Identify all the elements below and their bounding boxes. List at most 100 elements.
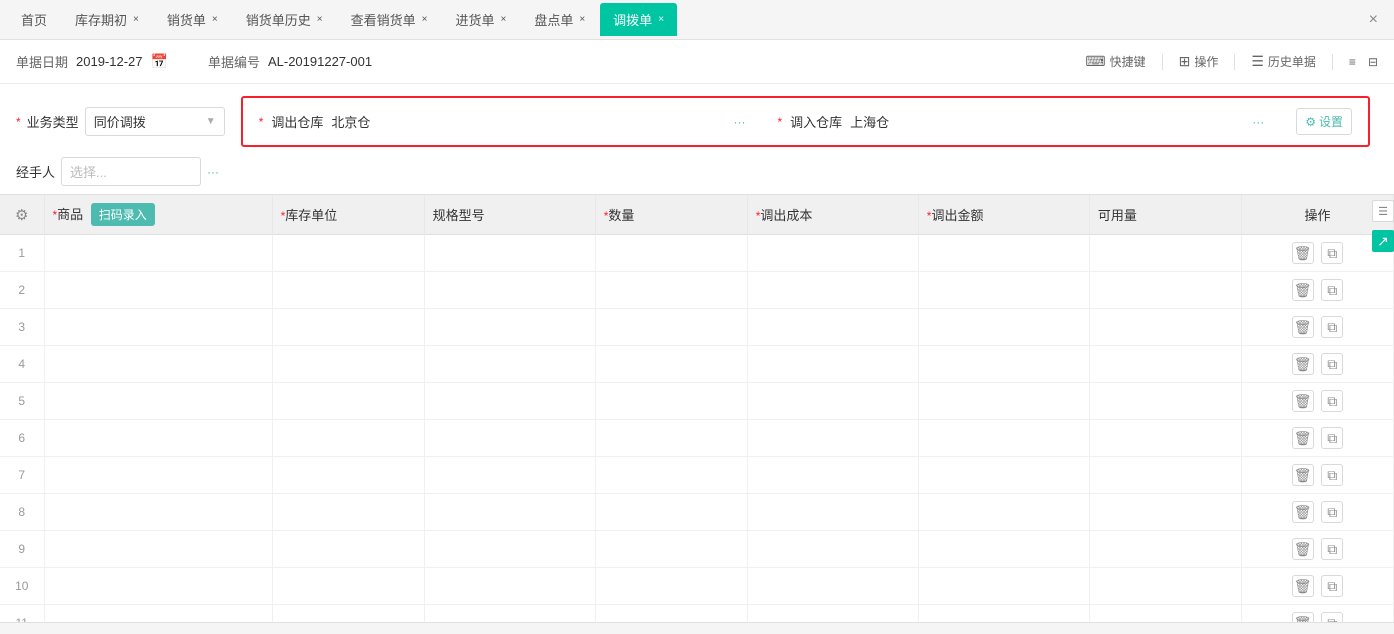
delete-row-button[interactable]: 🗑 [1292,501,1314,523]
row-amount[interactable] [918,309,1089,346]
row-available[interactable] [1089,272,1241,309]
row-product[interactable] [44,568,272,605]
row-qty[interactable] [595,420,747,457]
row-qty[interactable] [595,383,747,420]
tab-transfer[interactable]: 调拨单 × [600,3,677,36]
handler-more-button[interactable]: ··· [207,165,219,179]
row-unit[interactable] [272,457,424,494]
delete-row-button[interactable]: 🗑 [1292,316,1314,338]
tab-home[interactable]: 首页 [8,3,60,36]
row-amount[interactable] [918,346,1089,383]
copy-row-button[interactable]: ⧉ [1321,575,1343,597]
row-product[interactable] [44,605,272,623]
row-qty[interactable] [595,309,747,346]
row-qty[interactable] [595,531,747,568]
row-unit[interactable] [272,235,424,272]
sidebar-list-icon[interactable]: ☰ [1372,200,1394,222]
row-available[interactable] [1089,457,1241,494]
row-spec[interactable] [424,309,595,346]
copy-row-button[interactable]: ⧉ [1321,538,1343,560]
row-available[interactable] [1089,346,1241,383]
tab-sales-history[interactable]: 销货单历史 × [233,3,336,36]
copy-row-button[interactable]: ⧉ [1321,316,1343,338]
copy-row-button[interactable]: ⧉ [1321,427,1343,449]
tab-close-icon[interactable]: × [133,14,139,25]
copy-row-button[interactable]: ⧉ [1321,242,1343,264]
row-spec[interactable] [424,383,595,420]
row-spec[interactable] [424,531,595,568]
operations-button[interactable]: ⊞ 操作 [1179,53,1219,70]
tab-close-icon[interactable]: × [500,14,506,25]
row-spec[interactable] [424,457,595,494]
copy-row-button[interactable]: ⧉ [1321,612,1343,622]
row-spec[interactable] [424,605,595,623]
row-spec[interactable] [424,494,595,531]
delete-row-button[interactable]: 🗑 [1292,242,1314,264]
row-cost[interactable] [747,309,918,346]
row-unit[interactable] [272,568,424,605]
tab-close-icon[interactable]: × [658,14,664,25]
calendar-icon[interactable]: 📅 [151,53,168,70]
row-available[interactable] [1089,494,1241,531]
tab-close-icon[interactable]: × [422,14,428,25]
row-spec[interactable] [424,346,595,383]
delete-row-button[interactable]: 🗑 [1292,612,1314,622]
copy-row-button[interactable]: ⧉ [1321,390,1343,412]
row-unit[interactable] [272,420,424,457]
row-amount[interactable] [918,383,1089,420]
tab-stocktake[interactable]: 盘点单 × [521,3,598,36]
delete-row-button[interactable]: 🗑 [1292,390,1314,412]
row-cost[interactable] [747,272,918,309]
row-product[interactable] [44,494,272,531]
row-cost[interactable] [747,383,918,420]
warehouse-in-more-button[interactable]: ··· [1252,115,1264,129]
tab-close-icon[interactable]: × [212,14,218,25]
settings-button[interactable]: ⚙ 设置 [1296,108,1352,135]
row-available[interactable] [1089,531,1241,568]
row-unit[interactable] [272,531,424,568]
row-qty[interactable] [595,605,747,623]
row-available[interactable] [1089,309,1241,346]
row-cost[interactable] [747,457,918,494]
row-amount[interactable] [918,272,1089,309]
row-product[interactable] [44,420,272,457]
row-amount[interactable] [918,457,1089,494]
row-qty[interactable] [595,272,747,309]
row-qty[interactable] [595,494,747,531]
row-available[interactable] [1089,568,1241,605]
row-cost[interactable] [747,494,918,531]
tab-sales-order[interactable]: 销货单 × [154,3,231,36]
row-qty[interactable] [595,457,747,494]
horizontal-scrollbar[interactable] [0,622,1394,634]
shortcuts-button[interactable]: ⌨ 快捷键 [1085,53,1145,70]
row-available[interactable] [1089,420,1241,457]
row-amount[interactable] [918,494,1089,531]
delete-row-button[interactable]: 🗑 [1292,427,1314,449]
row-product[interactable] [44,309,272,346]
delete-row-button[interactable]: 🗑 [1292,353,1314,375]
list-view-button[interactable]: ≡ [1349,55,1356,69]
row-amount[interactable] [918,568,1089,605]
row-spec[interactable] [424,235,595,272]
row-spec[interactable] [424,272,595,309]
tab-close-icon[interactable]: × [579,14,585,25]
row-cost[interactable] [747,235,918,272]
sidebar-export-icon[interactable]: ↗ [1372,230,1394,252]
row-product[interactable] [44,383,272,420]
row-qty[interactable] [595,568,747,605]
row-available[interactable] [1089,605,1241,623]
row-unit[interactable] [272,346,424,383]
row-available[interactable] [1089,383,1241,420]
copy-row-button[interactable]: ⧉ [1321,464,1343,486]
row-amount[interactable] [918,235,1089,272]
row-unit[interactable] [272,309,424,346]
warehouse-out-more-button[interactable]: ··· [733,115,745,129]
delete-row-button[interactable]: 🗑 [1292,279,1314,301]
tab-inventory-initial[interactable]: 库存期初 × [62,3,152,36]
row-cost[interactable] [747,420,918,457]
row-amount[interactable] [918,420,1089,457]
copy-row-button[interactable]: ⧉ [1321,279,1343,301]
row-unit[interactable] [272,494,424,531]
row-cost[interactable] [747,346,918,383]
row-spec[interactable] [424,568,595,605]
